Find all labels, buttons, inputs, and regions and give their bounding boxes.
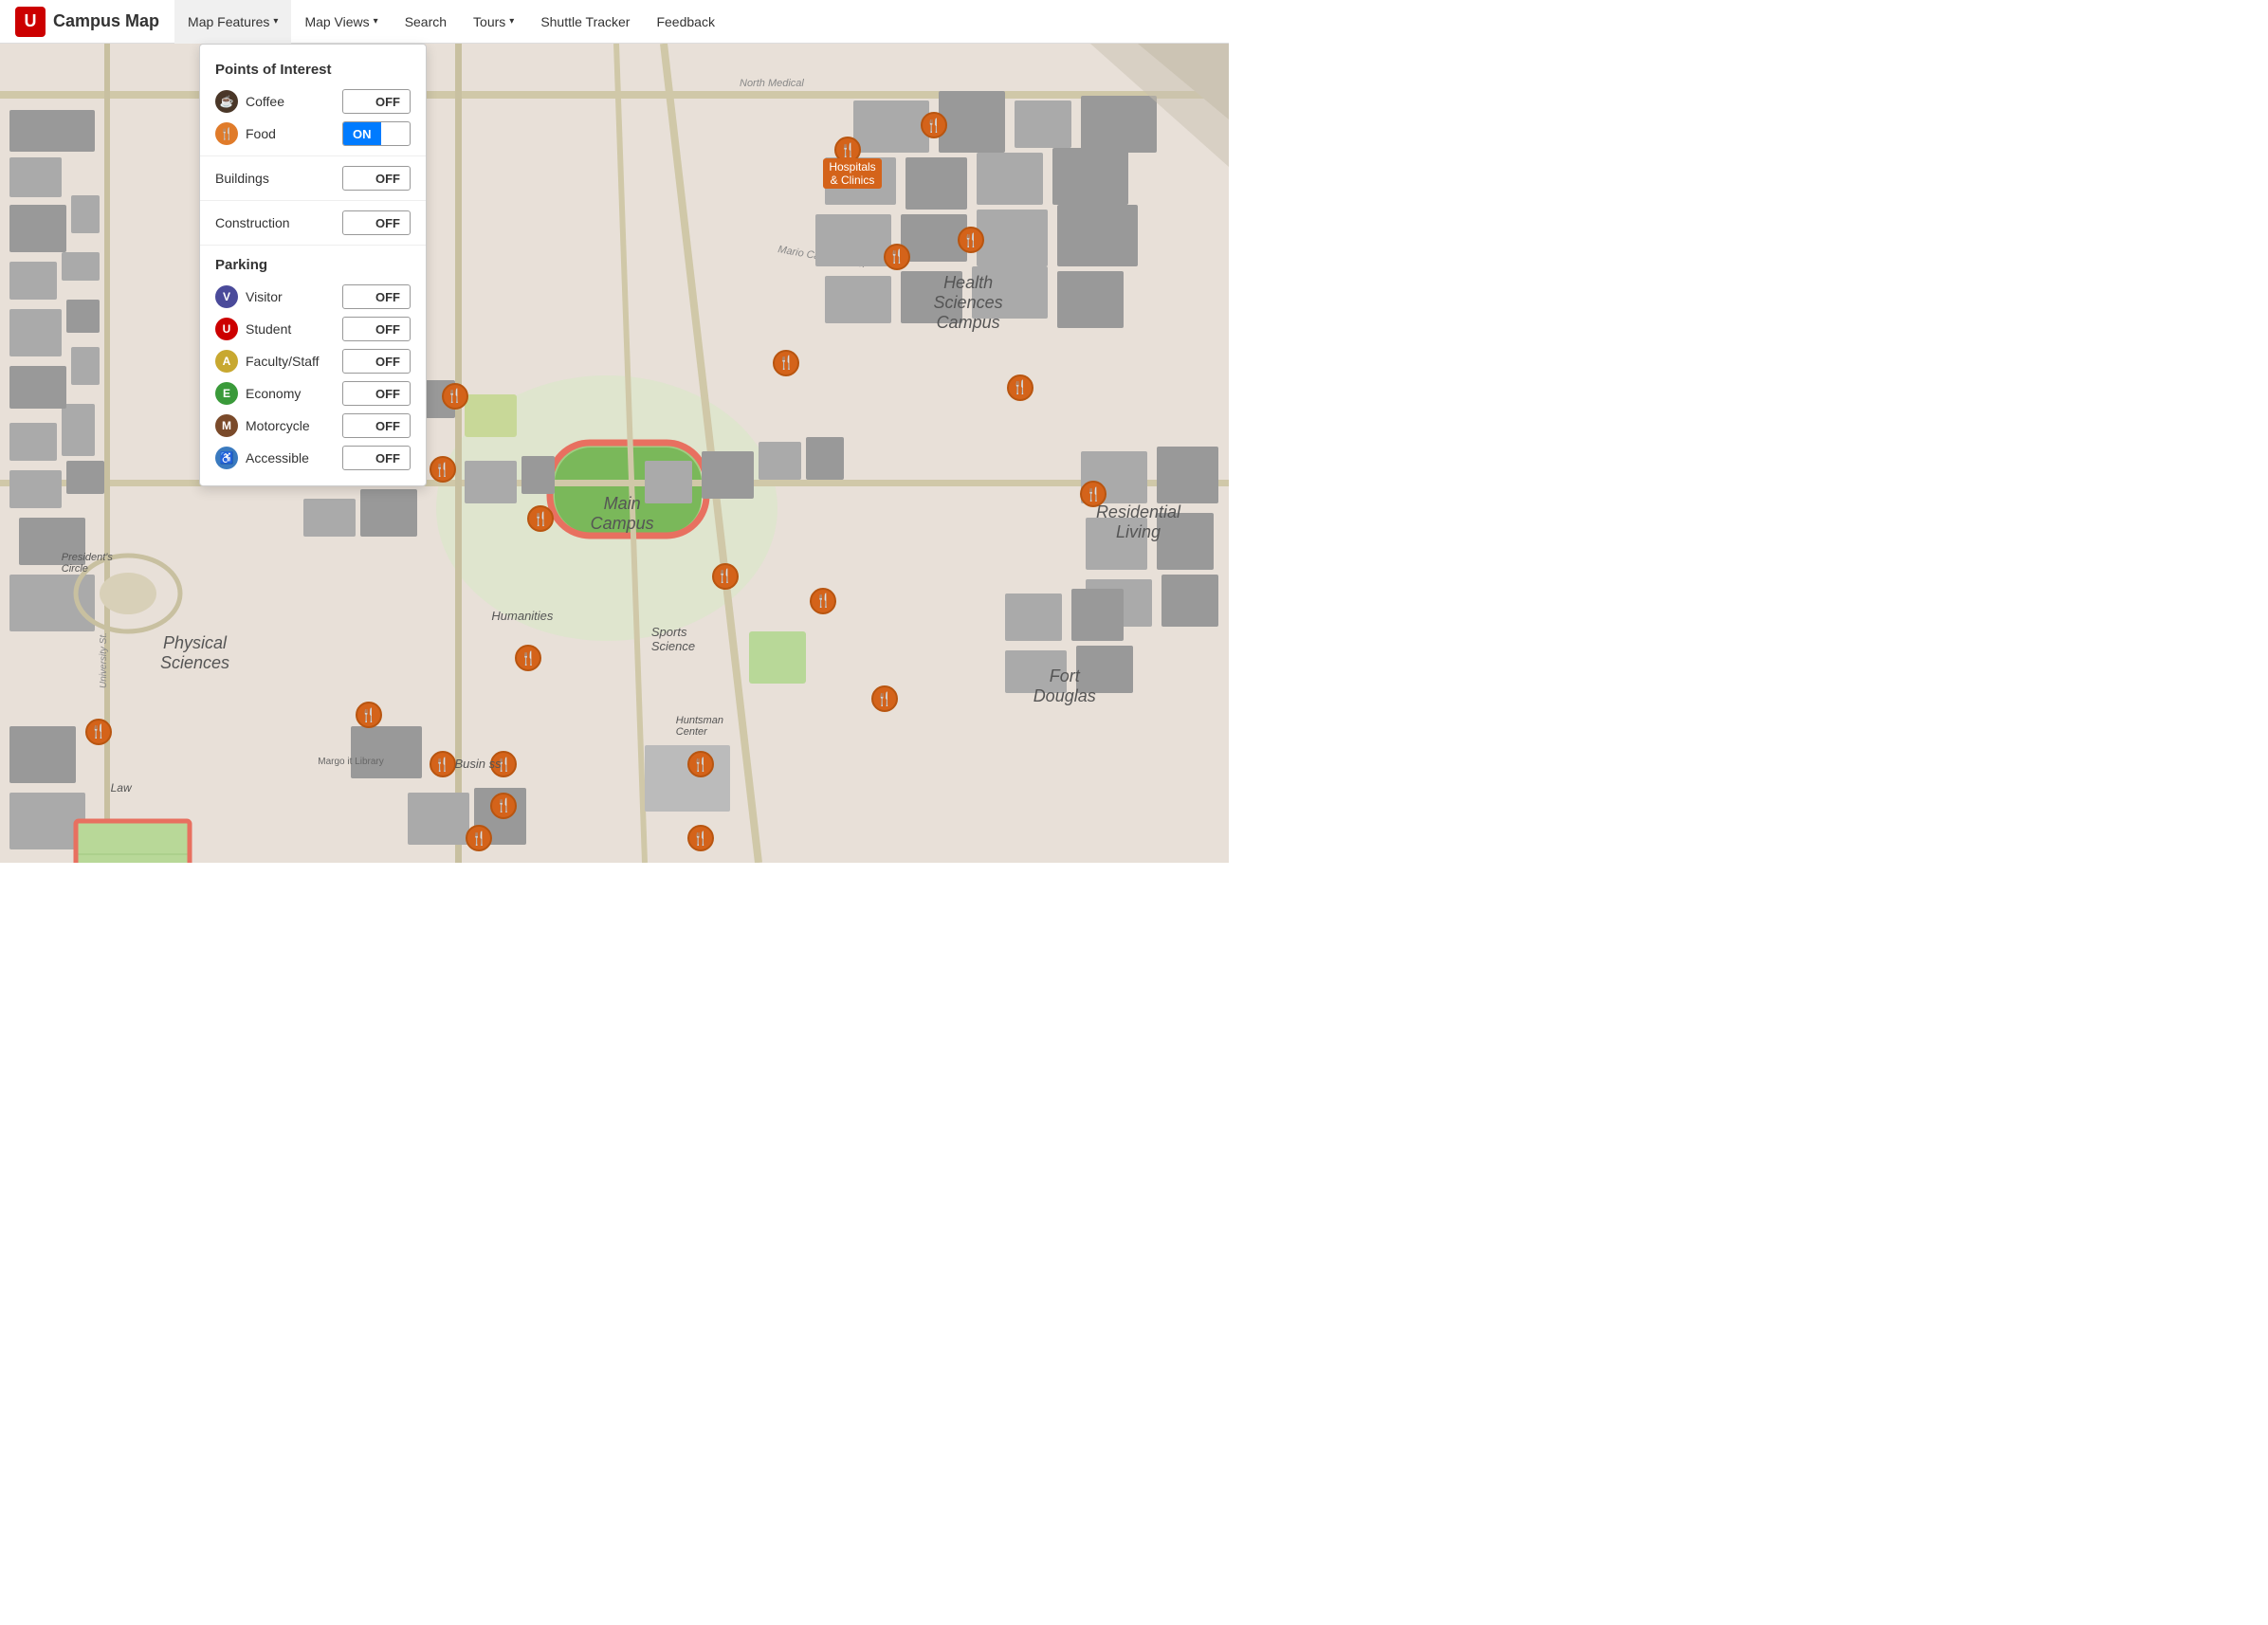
accessible-toggle[interactable]: OFF: [342, 446, 411, 470]
map-container[interactable]: North Medical Mario Capecchi Dr. Univers…: [0, 44, 1229, 863]
nav-tours[interactable]: Tours ▾: [460, 0, 527, 44]
food-marker[interactable]: 🍴: [810, 588, 836, 614]
food-marker[interactable]: 🍴: [834, 137, 861, 163]
food-marker[interactable]: 🍴: [871, 685, 898, 712]
student-label: Student: [246, 321, 291, 337]
nav-map-features[interactable]: Map Features ▾: [174, 0, 291, 44]
coffee-label: Coffee: [246, 94, 284, 109]
divider: [200, 200, 426, 201]
food-toggle[interactable]: ON: [342, 121, 411, 146]
food-marker[interactable]: 🍴: [1080, 481, 1107, 507]
food-marker[interactable]: 🍴: [958, 227, 984, 253]
faculty-icon: A: [215, 350, 238, 373]
food-marker[interactable]: 🍴: [1007, 374, 1033, 401]
caret-icon: ▾: [273, 16, 278, 27]
app-title: Campus Map: [53, 11, 159, 31]
logo-icon: U: [15, 7, 46, 37]
food-icon: 🍴: [215, 122, 238, 145]
motorcycle-icon: M: [215, 414, 238, 437]
nav-map-views[interactable]: Map Views ▾: [291, 0, 391, 44]
student-row: U Student OFF: [200, 313, 426, 345]
nav-search[interactable]: Search: [392, 0, 460, 44]
food-marker[interactable]: 🍴: [921, 112, 947, 138]
motorcycle-row: M Motorcycle OFF: [200, 410, 426, 442]
food-marker[interactable]: 🍴: [430, 751, 456, 777]
food-row: 🍴 Food ON: [200, 118, 426, 150]
accessible-label: Accessible: [246, 450, 309, 466]
economy-toggle[interactable]: OFF: [342, 381, 411, 406]
economy-row: E Economy OFF: [200, 377, 426, 410]
visitor-toggle[interactable]: OFF: [342, 284, 411, 309]
construction-toggle[interactable]: OFF: [342, 210, 411, 235]
svg-text:Margo it Library: Margo it Library: [318, 757, 383, 767]
divider: [200, 155, 426, 156]
economy-label: Economy: [246, 386, 301, 401]
buildings-label: Buildings: [215, 171, 269, 186]
svg-text:North Medical: North Medical: [740, 78, 804, 89]
navbar: U Campus Map Map Features ▾ Map Views ▾ …: [0, 0, 1229, 44]
economy-icon: E: [215, 382, 238, 405]
food-marker[interactable]: 🍴: [356, 702, 382, 728]
divider: [200, 245, 426, 246]
buildings-toggle[interactable]: OFF: [342, 166, 411, 191]
food-marker[interactable]: 🍴: [442, 383, 468, 410]
coffee-icon: ☕: [215, 90, 238, 113]
construction-label: Construction: [215, 215, 290, 230]
caret-icon: ▾: [509, 16, 514, 27]
coffee-toggle[interactable]: OFF: [342, 89, 411, 114]
food-label: Food: [246, 126, 276, 141]
logo-area[interactable]: U Campus Map: [0, 7, 174, 37]
food-marker[interactable]: 🍴: [687, 825, 714, 851]
construction-row: Construction OFF: [200, 207, 426, 239]
food-marker[interactable]: 🍴: [884, 244, 910, 270]
food-marker[interactable]: 🍴: [527, 505, 554, 532]
food-marker[interactable]: 🍴: [490, 751, 517, 777]
visitor-icon: V: [215, 285, 238, 308]
food-marker[interactable]: 🍴: [490, 793, 517, 819]
poi-section-title: Points of Interest: [200, 56, 426, 85]
accessible-icon: ♿: [215, 447, 238, 469]
nav-feedback[interactable]: Feedback: [643, 0, 727, 44]
svg-text:University St.: University St.: [99, 632, 109, 688]
faculty-toggle[interactable]: OFF: [342, 349, 411, 374]
motorcycle-toggle[interactable]: OFF: [342, 413, 411, 438]
visitor-row: V Visitor OFF: [200, 281, 426, 313]
faculty-row: A Faculty/Staff OFF: [200, 345, 426, 377]
food-marker[interactable]: 🍴: [466, 825, 492, 851]
food-marker[interactable]: 🍴: [85, 719, 112, 745]
faculty-label: Faculty/Staff: [246, 354, 320, 369]
food-marker[interactable]: 🍴: [515, 645, 541, 671]
student-toggle[interactable]: OFF: [342, 317, 411, 341]
parking-section-title: Parking: [200, 251, 426, 281]
visitor-label: Visitor: [246, 289, 283, 304]
coffee-row: ☕ Coffee OFF: [200, 85, 426, 118]
motorcycle-label: Motorcycle: [246, 418, 310, 433]
nav-shuttle-tracker[interactable]: Shuttle Tracker: [527, 0, 643, 44]
student-icon: U: [215, 318, 238, 340]
food-marker[interactable]: 🍴: [712, 563, 739, 590]
features-panel: Points of Interest ☕ Coffee OFF 🍴 Food O…: [199, 44, 427, 486]
food-marker[interactable]: 🍴: [430, 456, 456, 483]
accessible-row: ♿ Accessible OFF: [200, 442, 426, 474]
food-marker[interactable]: 🍴: [773, 350, 799, 376]
buildings-row: Buildings OFF: [200, 162, 426, 194]
food-marker[interactable]: 🍴: [687, 751, 714, 777]
caret-icon: ▾: [374, 16, 378, 27]
